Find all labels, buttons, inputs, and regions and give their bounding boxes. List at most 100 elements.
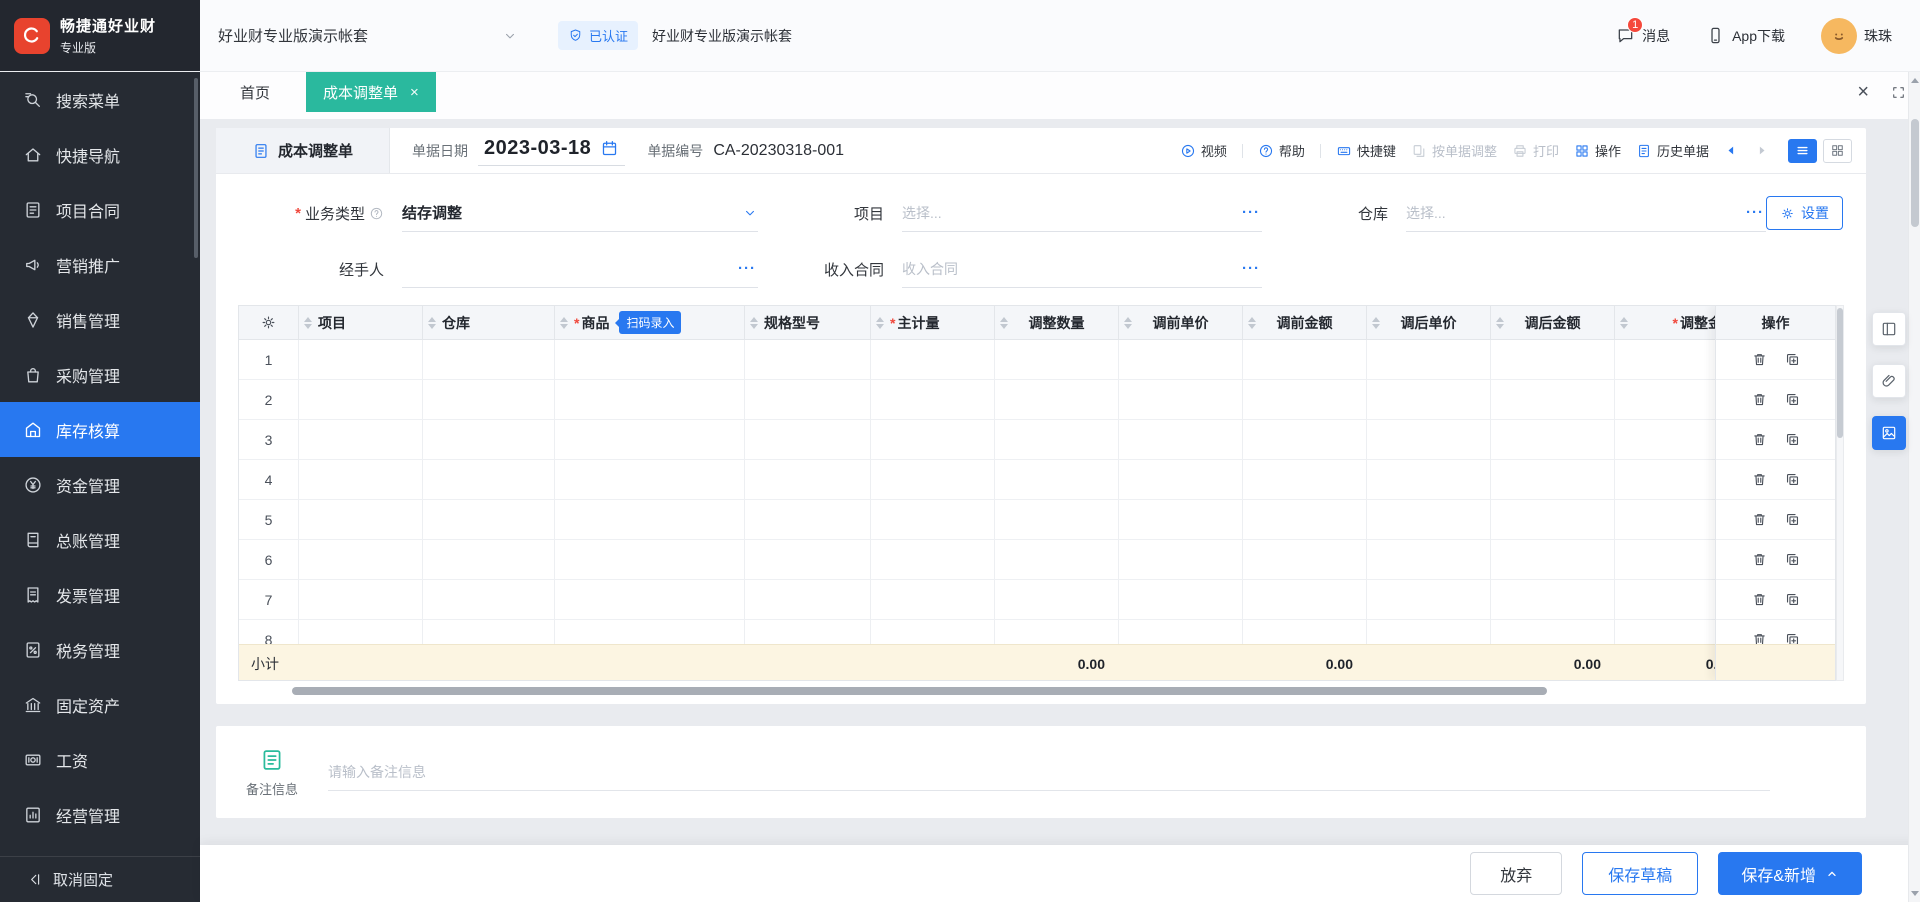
cell-product[interactable] [555, 500, 745, 539]
copy-row-icon[interactable] [1784, 511, 1801, 528]
cell-warehouse[interactable] [423, 580, 555, 619]
cell-spec[interactable] [745, 340, 871, 379]
cell-product[interactable] [555, 380, 745, 419]
cell-main_unit[interactable] [871, 340, 995, 379]
sort-carets[interactable] [876, 316, 884, 329]
cell-product[interactable] [555, 340, 745, 379]
cell-pre_price[interactable] [1119, 460, 1243, 499]
cell-pre_amount[interactable] [1243, 340, 1367, 379]
cell-warehouse[interactable] [423, 460, 555, 499]
cell-product[interactable] [555, 620, 745, 644]
remark-input[interactable] [328, 753, 1770, 791]
cell-pre_amount[interactable] [1243, 620, 1367, 644]
cell-project[interactable] [299, 380, 423, 419]
doc-date-value[interactable]: 2023-03-18 [484, 137, 591, 160]
cell-warehouse[interactable] [423, 620, 555, 644]
cell-post_amount[interactable] [1491, 620, 1615, 644]
app-logo[interactable]: 畅捷通好业财 专业版 [0, 0, 200, 71]
sidebar-item-salary[interactable]: 工资 [0, 732, 200, 787]
fullscreen-icon[interactable] [1891, 85, 1906, 100]
sidebar-item-sales[interactable]: 销售管理 [0, 292, 200, 347]
copy-row-icon[interactable] [1784, 591, 1801, 608]
sort-carets[interactable] [1000, 316, 1008, 329]
cell-spec[interactable] [745, 580, 871, 619]
cell-post_price[interactable] [1367, 540, 1491, 579]
cell-post_price[interactable] [1367, 340, 1491, 379]
delete-row-icon[interactable] [1751, 471, 1768, 488]
cell-warehouse[interactable] [423, 540, 555, 579]
cell-spec[interactable] [745, 380, 871, 419]
cell-project[interactable] [299, 340, 423, 379]
next-document-arrow[interactable] [1754, 143, 1769, 158]
sort-carets[interactable] [1124, 316, 1132, 329]
sidebar-item-purchase[interactable]: 采购管理 [0, 347, 200, 402]
cell-post_amount[interactable] [1491, 460, 1615, 499]
warehouse-more-button[interactable]: ··· [1744, 204, 1766, 221]
column-header-adjust_qty[interactable]: 调整数量 [995, 306, 1119, 339]
handler-more-button[interactable]: ··· [736, 260, 758, 277]
cell-product[interactable] [555, 540, 745, 579]
column-header-pre_price[interactable]: 调前单价 [1119, 306, 1243, 339]
settings-button[interactable]: 设置 [1766, 196, 1843, 230]
copy-row-icon[interactable] [1784, 431, 1801, 448]
sidebar-item-invoice[interactable]: 发票管理 [0, 567, 200, 622]
scroll-up-arrow[interactable] [1910, 78, 1919, 83]
cell-adjust_qty[interactable] [995, 380, 1119, 419]
cell-post_price[interactable] [1367, 580, 1491, 619]
table-column-settings-gear-icon[interactable] [260, 314, 277, 331]
income-contract-input[interactable] [902, 260, 1240, 277]
column-header-main_unit[interactable]: * 主计量 [871, 306, 995, 339]
cell-pre_price[interactable] [1119, 620, 1243, 644]
cell-main_unit[interactable] [871, 580, 995, 619]
app-download-button[interactable]: App下载 [1706, 26, 1785, 46]
income-contract-more-button[interactable]: ··· [1240, 260, 1262, 277]
toolbar-adjust-by-doc-button[interactable]: 按单据调整 [1411, 141, 1497, 160]
list-view-toggle[interactable] [1788, 138, 1817, 163]
info-icon[interactable] [369, 206, 384, 221]
cell-pre_price[interactable] [1119, 580, 1243, 619]
sort-carets[interactable] [304, 316, 312, 329]
delete-row-icon[interactable] [1751, 391, 1768, 408]
sort-carets[interactable] [428, 316, 436, 329]
sort-carets[interactable] [1620, 316, 1628, 329]
toolbar-print-button[interactable]: 打印 [1512, 141, 1559, 160]
delete-row-icon[interactable] [1751, 351, 1768, 368]
warehouse-select[interactable]: ··· [1406, 194, 1766, 232]
cell-pre_price[interactable] [1119, 500, 1243, 539]
cell-pre_amount[interactable] [1243, 580, 1367, 619]
business-type-select[interactable]: 结存调整 [402, 194, 758, 232]
cell-spec[interactable] [745, 460, 871, 499]
copy-row-icon[interactable] [1784, 631, 1801, 644]
cell-pre_amount[interactable] [1243, 540, 1367, 579]
delete-row-icon[interactable] [1751, 431, 1768, 448]
handler-input[interactable] [402, 260, 736, 277]
column-header-spec[interactable]: 规格型号 [745, 306, 871, 339]
cell-pre_amount[interactable] [1243, 500, 1367, 539]
cell-product[interactable] [555, 580, 745, 619]
cell-pre_price[interactable] [1119, 420, 1243, 459]
table-vertical-scrollbar[interactable] [1836, 305, 1844, 681]
cell-project[interactable] [299, 500, 423, 539]
tab-home[interactable]: 首页 [216, 72, 294, 112]
column-header-post_amount[interactable]: 调后金额 [1491, 306, 1615, 339]
cell-project[interactable] [299, 620, 423, 644]
cell-adjust_qty[interactable] [995, 620, 1119, 644]
table-horizontal-scrollbar[interactable] [238, 686, 1836, 696]
cell-adjust_qty[interactable] [995, 500, 1119, 539]
toolbar-actions-button[interactable]: 操作 [1574, 141, 1621, 160]
cell-spec[interactable] [745, 620, 871, 644]
toolbar-video-button[interactable]: 视频 [1180, 141, 1227, 160]
cell-main_unit[interactable] [871, 380, 995, 419]
scan-entry-badge[interactable]: 扫码录入 [615, 311, 682, 334]
income-contract-select[interactable]: ··· [902, 250, 1262, 288]
cell-adjust_qty[interactable] [995, 580, 1119, 619]
cell-pre_price[interactable] [1119, 340, 1243, 379]
cell-main_unit[interactable] [871, 500, 995, 539]
scroll-down-arrow[interactable] [1910, 891, 1919, 896]
cell-main_unit[interactable] [871, 420, 995, 459]
cell-post_amount[interactable] [1491, 540, 1615, 579]
cell-spec[interactable] [745, 540, 871, 579]
cell-post_amount[interactable] [1491, 420, 1615, 459]
close-all-tabs-icon[interactable]: × [1857, 82, 1869, 102]
column-header-post_price[interactable]: 调后单价 [1367, 306, 1491, 339]
